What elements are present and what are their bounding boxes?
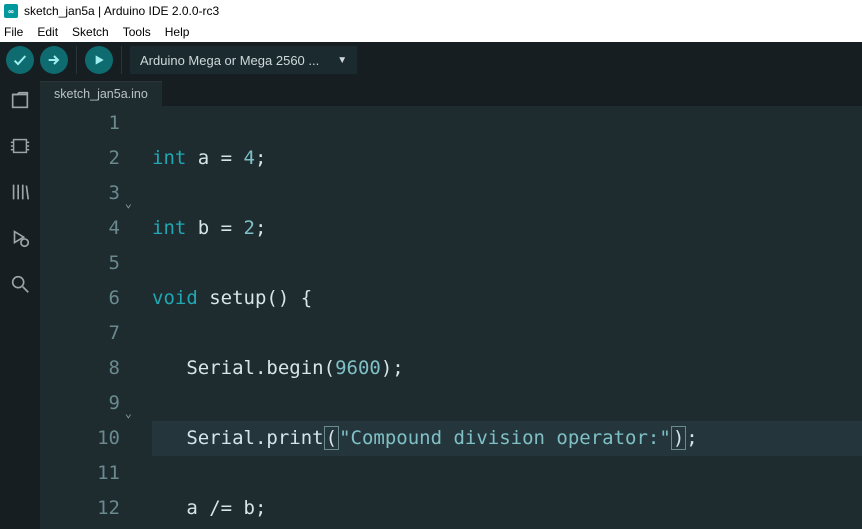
line-number: 6 (40, 281, 120, 316)
board-selector-label: Arduino Mega or Mega 2560 ... (140, 53, 319, 68)
tab-label: sketch_jan5a.ino (54, 87, 148, 101)
line-number: 7 (40, 316, 120, 351)
editor-area: sketch_jan5a.ino 1 2 3⌄ 4 5 6 7 8 9⌄ 10 … (40, 78, 862, 529)
title-bar: ∞ sketch_jan5a | Arduino IDE 2.0.0-rc3 (0, 0, 862, 22)
menu-edit[interactable]: Edit (37, 25, 58, 39)
activity-bar (0, 78, 40, 529)
chevron-down-icon: ▼ (337, 55, 347, 66)
board-selector[interactable]: Arduino Mega or Mega 2560 ... ▼ (130, 46, 357, 74)
upload-button[interactable] (40, 46, 68, 74)
main-area: sketch_jan5a.ino 1 2 3⌄ 4 5 6 7 8 9⌄ 10 … (0, 78, 862, 529)
code-line: int b = 2; (152, 211, 862, 246)
line-number: 1 (40, 106, 120, 141)
line-number: 2 (40, 141, 120, 176)
code-line: a /= b; (152, 491, 862, 526)
debug-icon[interactable] (8, 226, 32, 250)
menu-file[interactable]: File (4, 25, 23, 39)
line-number: 12 (40, 491, 120, 526)
menu-sketch[interactable]: Sketch (72, 25, 109, 39)
code-line: Serial.begin(9600); (152, 351, 862, 386)
toolbar-separator (121, 46, 122, 74)
toolbar: Arduino Mega or Mega 2560 ... ▼ (0, 42, 862, 78)
search-icon[interactable] (8, 272, 32, 296)
app-icon: ∞ (4, 4, 18, 18)
menu-help[interactable]: Help (165, 25, 190, 39)
line-number: 8 (40, 351, 120, 386)
boards-manager-icon[interactable] (8, 134, 32, 158)
library-manager-icon[interactable] (8, 180, 32, 204)
line-number: 4 (40, 211, 120, 246)
code-editor[interactable]: 1 2 3⌄ 4 5 6 7 8 9⌄ 10 11 12 int a = 4; … (40, 106, 862, 529)
fold-icon[interactable]: ⌄ (125, 186, 132, 221)
line-gutter: 1 2 3⌄ 4 5 6 7 8 9⌄ 10 11 12 (40, 106, 130, 529)
menu-bar: File Edit Sketch Tools Help (0, 22, 862, 42)
matched-paren: ) (671, 426, 686, 450)
toolbar-separator (76, 46, 77, 74)
line-number: 9⌄ (40, 386, 120, 421)
code-body[interactable]: int a = 4; int b = 2; void setup() { Ser… (130, 106, 862, 529)
editor-tab[interactable]: sketch_jan5a.ino (40, 81, 162, 106)
fold-icon[interactable]: ⌄ (125, 396, 132, 431)
code-line: int a = 4; (152, 141, 862, 176)
line-number: 5 (40, 246, 120, 281)
tab-bar: sketch_jan5a.ino (40, 78, 862, 106)
line-number: 11 (40, 456, 120, 491)
code-line: void setup() { (152, 281, 862, 316)
explorer-icon[interactable] (8, 88, 32, 112)
verify-button[interactable] (6, 46, 34, 74)
menu-tools[interactable]: Tools (123, 25, 151, 39)
matched-paren: ( (324, 426, 339, 450)
line-number: 3⌄ (40, 176, 120, 211)
window-title: sketch_jan5a | Arduino IDE 2.0.0-rc3 (24, 4, 219, 18)
line-number: 10 (40, 421, 120, 456)
code-line-active: Serial.print("Compound division operator… (152, 421, 862, 456)
debug-button[interactable] (85, 46, 113, 74)
